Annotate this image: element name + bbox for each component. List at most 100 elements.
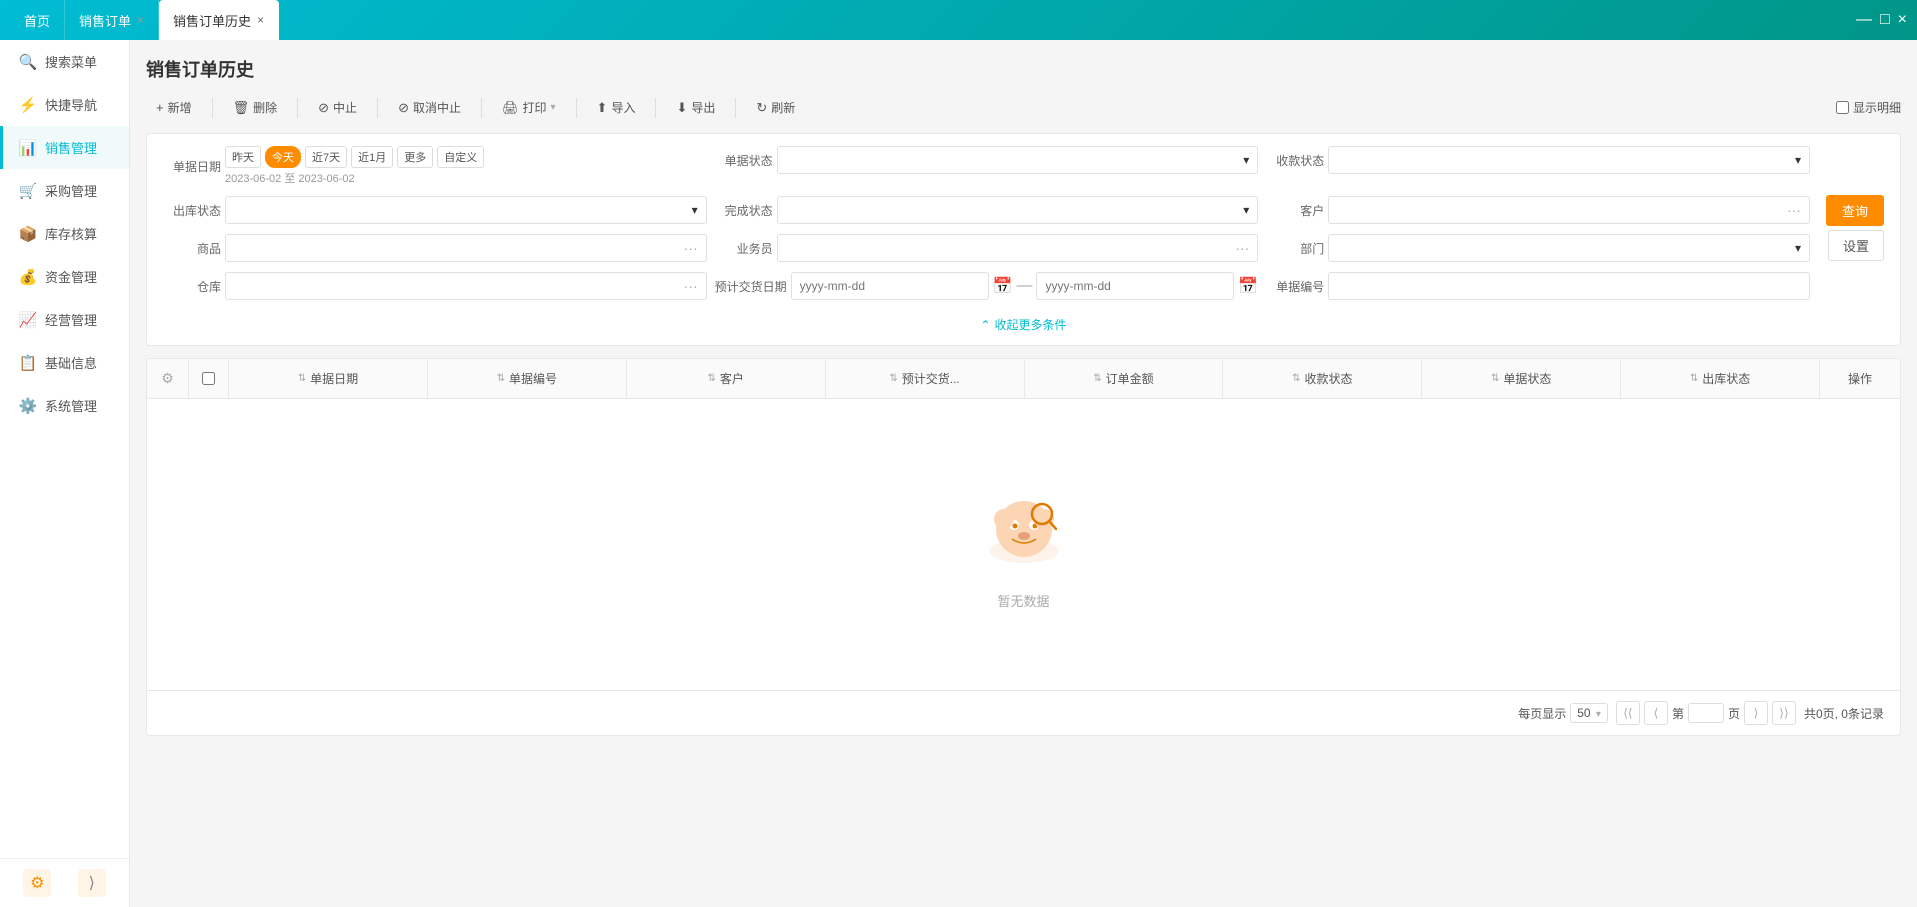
th-no[interactable]: ⇅ 单据编号 (428, 359, 627, 398)
first-page-btn[interactable]: ⟨⟨ (1616, 701, 1640, 725)
date-7days[interactable]: 近7天 (305, 146, 347, 168)
salesperson-control: ··· (777, 234, 1259, 262)
delivery-end-input[interactable] (1036, 272, 1234, 300)
th-customer-label: 客户 (720, 370, 744, 387)
display-toggle[interactable]: 显示明细 (1836, 99, 1901, 116)
cancel-stop-button[interactable]: ⊘ 取消中止 (388, 94, 471, 121)
th-settings[interactable]: ⚙ (147, 359, 189, 398)
tab-home[interactable]: 首页 (10, 0, 65, 40)
collapse-up-icon: ⌃ (980, 318, 990, 332)
date-custom[interactable]: 自定义 (437, 146, 484, 168)
sidebar-item-system-mgmt[interactable]: ⚙️ 系统管理 (0, 384, 129, 427)
receipt-status-select[interactable]: ▾ (1328, 146, 1810, 174)
th-out-status-label: 出库状态 (1702, 370, 1750, 387)
th-date[interactable]: ⇅ 单据日期 (229, 359, 428, 398)
warehouse-input[interactable]: ··· (225, 272, 707, 300)
tab-sales-order[interactable]: 销售订单 × (65, 0, 159, 40)
sidebar-item-business-mgmt[interactable]: 📈 经营管理 (0, 298, 129, 341)
tab-sales-order-history-close[interactable]: × (257, 13, 264, 27)
date-shortcuts: 昨天 今天 近7天 近1月 更多 自定义 (225, 146, 707, 168)
date-1month[interactable]: 近1月 (351, 146, 393, 168)
th-customer[interactable]: ⇅ 客户 (627, 359, 826, 398)
salesperson-dots-icon[interactable]: ··· (1235, 240, 1249, 256)
warehouse-control: ··· (225, 272, 707, 300)
out-status-select[interactable]: ▾ (225, 196, 707, 224)
sidebar-item-purchase-mgmt[interactable]: 🛒 采购管理 (0, 169, 129, 212)
complete-status-control: ▾ (777, 196, 1259, 224)
th-receipt-status[interactable]: ⇅ 收款状态 (1223, 359, 1422, 398)
refresh-label: 刷新 (771, 99, 795, 116)
collapse-btn[interactable]: ⌃ 收起更多条件 (163, 316, 1884, 333)
order-no-filter-group: 单据编号 (1266, 272, 1810, 300)
delivery-date-control: 📅 — 📅 (791, 272, 1259, 300)
delete-button[interactable]: 🗑 删除 (223, 94, 288, 121)
export-button[interactable]: ⬇ 导出 (666, 94, 725, 121)
customer-label: 客户 (1266, 202, 1324, 219)
sidebar-item-quick-nav[interactable]: ⚡ 快捷导航 (0, 83, 129, 126)
date-yesterday[interactable]: 昨天 (225, 146, 261, 168)
display-toggle-label: 显示明细 (1853, 99, 1901, 116)
sidebar-item-search-menu[interactable]: 🔍 搜索菜单 (0, 40, 129, 83)
date-today[interactable]: 今天 (265, 146, 301, 168)
calendar-start-icon[interactable]: 📅 (993, 276, 1013, 296)
settings-gear-icon[interactable]: ⚙ (161, 370, 174, 387)
dept-control: ▾ (1328, 234, 1810, 262)
goods-dots-icon[interactable]: ··· (684, 240, 698, 256)
salesperson-input[interactable]: ··· (777, 234, 1259, 262)
setting-button[interactable]: 设置 (1828, 230, 1884, 261)
next-page-btn[interactable]: ⟩ (1744, 701, 1768, 725)
th-delivery[interactable]: ⇅ 预计交货... (826, 359, 1025, 398)
order-no-input[interactable] (1328, 272, 1810, 300)
customer-input[interactable]: ··· (1328, 196, 1810, 224)
customer-filter-group: 客户 ··· (1266, 196, 1810, 224)
refresh-button[interactable]: ↻ 刷新 (746, 94, 805, 121)
date-more[interactable]: 更多 (397, 146, 433, 168)
toolbar-sep-4 (481, 98, 482, 118)
dept-filter-group: 部门 ▾ (1266, 234, 1810, 262)
customer-control: ··· (1328, 196, 1810, 224)
query-area: 查询 设置 (1810, 146, 1884, 310)
calendar-end-icon[interactable]: 📅 (1238, 276, 1258, 296)
minimize-btn[interactable]: — (1856, 11, 1872, 29)
content-area: 销售订单历史 + 新增 🗑 删除 ⊘ 中止 ⊘ 取消中止 (130, 40, 1917, 907)
th-checkbox[interactable] (189, 359, 229, 398)
dept-select[interactable]: ▾ (1328, 234, 1810, 262)
print-button[interactable]: 🖨 打印 ▾ (492, 94, 566, 121)
goods-input[interactable]: ··· (225, 234, 707, 262)
warehouse-dots-icon[interactable]: ··· (684, 278, 698, 294)
last-page-btn[interactable]: ⟩⟩ (1772, 701, 1796, 725)
date-range-text: 2023-06-02 至 2023-06-02 (225, 170, 707, 186)
close-btn[interactable]: × (1898, 11, 1907, 29)
sidebar-item-capital-mgmt[interactable]: 💰 资金管理 (0, 255, 129, 298)
delivery-start-input[interactable] (791, 272, 989, 300)
import-button[interactable]: ⬆ 导入 (587, 94, 646, 121)
tab-sales-order-close[interactable]: × (137, 13, 144, 27)
toolbar-sep-1 (212, 98, 213, 118)
sidebar-item-sales-mgmt[interactable]: 📊 销售管理 (0, 126, 129, 169)
sidebar-settings-btn[interactable]: ⚙ (23, 869, 51, 897)
prev-page-btn[interactable]: ⟨ (1644, 701, 1668, 725)
query-button[interactable]: 查询 (1826, 195, 1884, 226)
top-bar: 首页 销售订单 × 销售订单历史 × — □ × (0, 0, 1917, 40)
goods-label: 商品 (163, 240, 221, 257)
new-button[interactable]: + 新增 (146, 94, 202, 121)
complete-status-select[interactable]: ▾ (777, 196, 1259, 224)
maximize-btn[interactable]: □ (1880, 11, 1890, 29)
sidebar-item-basic-info[interactable]: 📋 基础信息 (0, 341, 129, 384)
th-amount[interactable]: ⇅ 订单金额 (1025, 359, 1224, 398)
tab-sales-order-history[interactable]: 销售订单历史 × (159, 0, 279, 40)
th-out-status[interactable]: ⇅ 出库状态 (1621, 359, 1820, 398)
stop-button[interactable]: ⊘ 中止 (308, 94, 367, 121)
sidebar-item-inventory-check-label: 库存核算 (45, 224, 97, 243)
select-all-checkbox[interactable] (202, 372, 215, 385)
system-mgmt-icon: ⚙️ (19, 397, 37, 415)
status-select[interactable]: ▾ (777, 146, 1259, 174)
th-order-status[interactable]: ⇅ 单据状态 (1422, 359, 1621, 398)
page-size-value[interactable]: 50 ▾ (1570, 703, 1608, 723)
customer-dots-icon[interactable]: ··· (1787, 202, 1801, 218)
print-arrow-icon: ▾ (551, 102, 556, 113)
sidebar-expand-btn[interactable]: ⟩ (78, 869, 106, 897)
page-number-input[interactable]: 1 (1688, 703, 1724, 723)
sidebar-item-inventory-check[interactable]: 📦 库存核算 (0, 212, 129, 255)
display-toggle-checkbox[interactable] (1836, 101, 1849, 114)
